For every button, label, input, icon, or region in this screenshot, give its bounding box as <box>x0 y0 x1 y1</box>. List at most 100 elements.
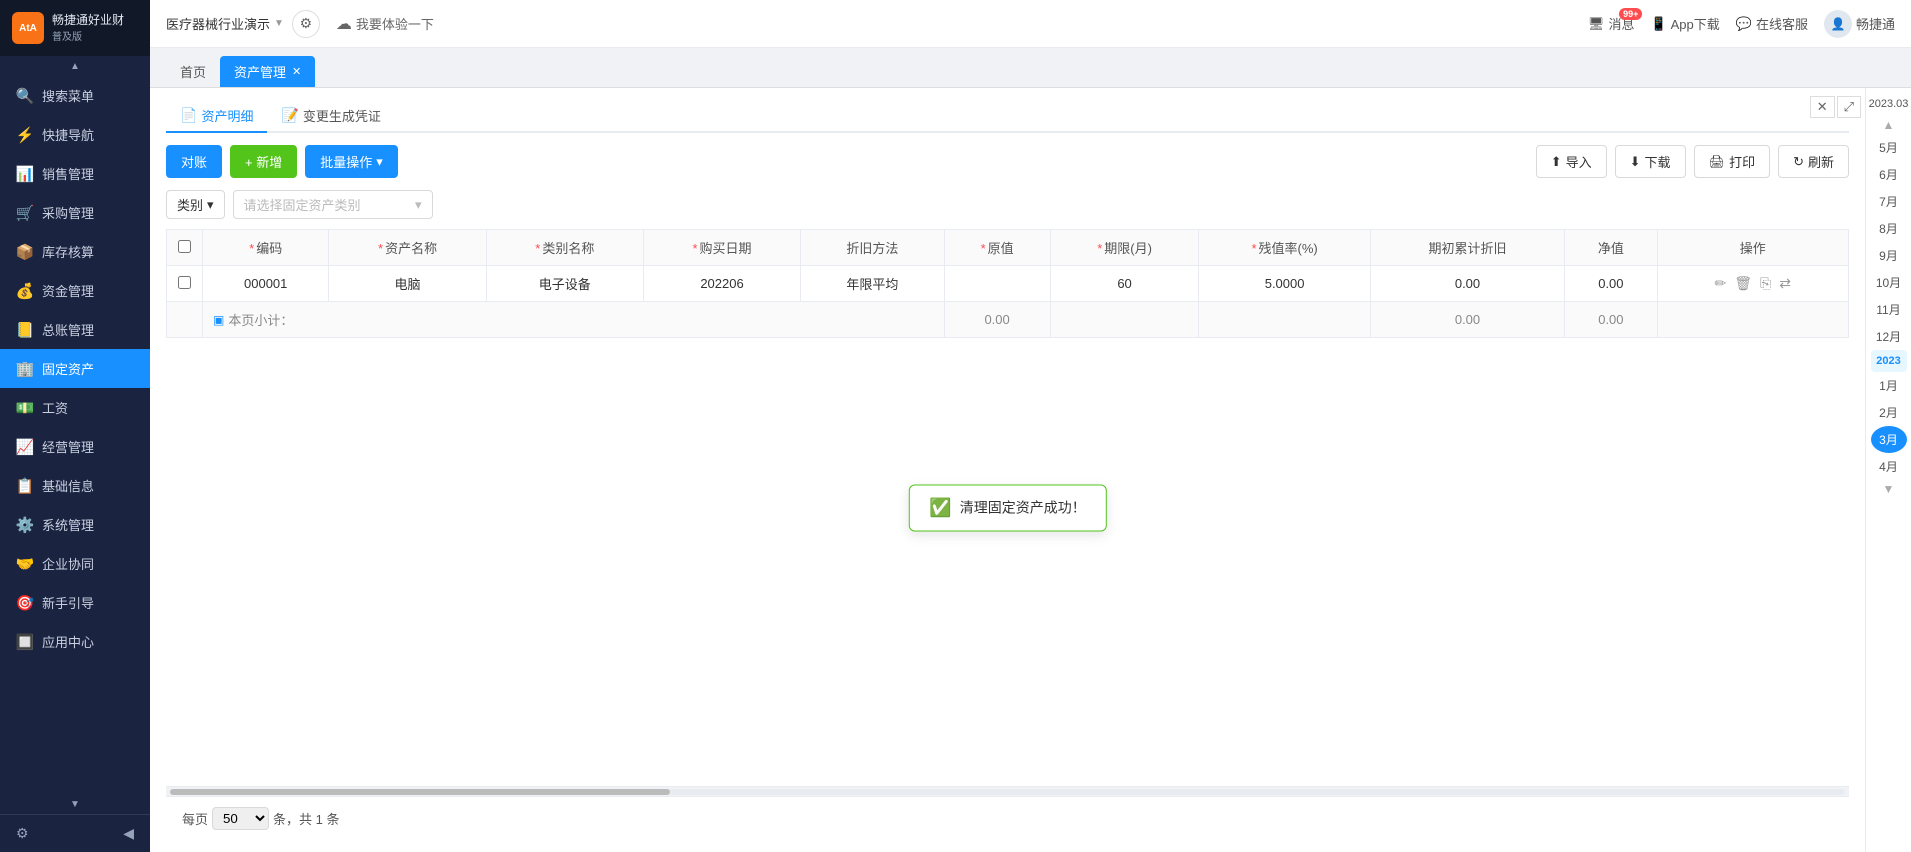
app-download-button[interactable]: 📱 App下载 <box>1650 14 1719 33</box>
sidebar-item-basic-info[interactable]: 📋 基础信息 <box>0 466 150 505</box>
batch-button[interactable]: 批量操作 ▾ <box>305 145 398 178</box>
sub-tab-change-voucher[interactable]: 📝 变更生成凭证 <box>267 100 394 133</box>
calendar-month-7[interactable]: 7月 <box>1871 188 1907 215</box>
sidebar-item-label: 库存核算 <box>42 242 94 261</box>
calendar-month-12[interactable]: 12月 <box>1871 323 1907 350</box>
message-button[interactable]: 🖥 消息 99+ <box>1588 14 1635 33</box>
scrollbar-thumb[interactable] <box>170 789 670 795</box>
logo-subtitle: 普及版 <box>52 28 124 43</box>
category-filter[interactable]: 类别 ▾ <box>166 190 225 219</box>
sidebar-item-label: 基础信息 <box>42 476 94 495</box>
settings-icon[interactable]: ⚙ <box>16 825 29 842</box>
import-label: 导入 <box>1566 152 1592 171</box>
sub-tab-asset-detail[interactable]: 📄 资产明细 <box>166 100 267 133</box>
calendar-up-arrow[interactable]: ▲ <box>1881 116 1897 134</box>
row-depreciation-method: 年限平均 <box>801 266 944 302</box>
new-label: + 新增 <box>245 152 282 171</box>
sidebar-item-quick-nav[interactable]: ⚡ 快捷导航 <box>0 115 150 154</box>
horizontal-scrollbar[interactable] <box>166 786 1849 796</box>
calendar-month-10[interactable]: 10月 <box>1871 269 1907 296</box>
sidebar-item-label: 经营管理 <box>42 437 94 456</box>
purchase-icon: 🛒 <box>16 204 34 222</box>
calendar-month-11[interactable]: 11月 <box>1871 296 1907 323</box>
copy-icon[interactable]: ⎘ <box>1760 275 1771 292</box>
online-service-button[interactable]: 💬 在线客服 <box>1736 14 1808 33</box>
sidebar-item-label: 新手引导 <box>42 593 94 612</box>
settings-button[interactable]: ⚙ <box>292 10 320 38</box>
calendar-month-9[interactable]: 9月 <box>1871 242 1907 269</box>
sidebar-item-sales[interactable]: 📊 销售管理 <box>0 154 150 193</box>
calendar-month-3-active[interactable]: 3月 <box>1871 426 1907 453</box>
logo-text-block: 畅捷通好业财 普及版 <box>52 13 124 44</box>
calendar-down-arrow[interactable]: ▼ <box>1881 480 1897 498</box>
col-name: 资产名称 <box>385 241 437 256</box>
select-all-checkbox[interactable] <box>178 240 191 253</box>
payroll-icon: 💵 <box>16 399 34 417</box>
sidebar-item-system[interactable]: ⚙️ 系统管理 <box>0 505 150 544</box>
sidebar-item-apps[interactable]: 🔲 应用中心 <box>0 622 150 661</box>
category-arrow-icon: ▾ <box>207 197 214 213</box>
delete-icon[interactable]: 🗑 <box>1734 275 1752 292</box>
sidebar-item-ledger[interactable]: 📒 总账管理 <box>0 310 150 349</box>
import-button[interactable]: ⬆ 导入 <box>1536 145 1607 178</box>
sidebar-item-enterprise[interactable]: 🤝 企业协同 <box>0 544 150 583</box>
close-panel-button[interactable]: ✕ <box>1810 96 1835 118</box>
sub-tab-label: 变更生成凭证 <box>303 106 381 125</box>
subtotal-row: ▣ 本页小计： 0.00 0.00 0.00 <box>167 302 1849 338</box>
category-dropdown[interactable]: 请选择固定资产类别 ▾ <box>233 190 433 219</box>
sidebar-item-fixed-assets[interactable]: 🏢 固定资产 <box>0 349 150 388</box>
sidebar-item-search[interactable]: 🔍 搜索菜单 <box>0 76 150 115</box>
subtotal-original-value: 0.00 <box>944 302 1050 338</box>
sidebar-scroll-up[interactable]: ▲ <box>0 56 150 76</box>
sidebar-scroll-down[interactable]: ▼ <box>0 794 150 814</box>
scrollbar-track[interactable] <box>170 789 1845 795</box>
col-depreciation-method: 折旧方法 <box>846 241 898 256</box>
edit-icon[interactable]: ✏ <box>1715 275 1727 292</box>
funds-icon: 💰 <box>16 282 34 300</box>
sidebar-logo: AtA 畅捷通好业财 普及版 <box>0 0 150 56</box>
company-arrow-icon: ▼ <box>274 18 284 29</box>
category-dropdown-arrow: ▾ <box>415 197 422 213</box>
col-period: 期限(月) <box>1104 241 1152 256</box>
sidebar-item-operations[interactable]: 📈 经营管理 <box>0 427 150 466</box>
row-category: 电子设备 <box>486 266 643 302</box>
new-button[interactable]: + 新增 <box>230 145 297 178</box>
refresh-label: 刷新 <box>1808 152 1834 171</box>
calendar-month-5[interactable]: 5月 <box>1871 134 1907 161</box>
download-button[interactable]: ⬇ 下载 <box>1615 145 1686 178</box>
sidebar-item-label: 采购管理 <box>42 203 94 222</box>
per-page-select[interactable]: 50 10 20 100 <box>212 807 269 830</box>
sidebar-item-funds[interactable]: 💰 资金管理 <box>0 271 150 310</box>
toolbar-right: ⬆ 导入 ⬇ 下载 🖨 打印 ↻ 刷新 <box>1536 145 1849 178</box>
reconcile-button[interactable]: 对账 <box>166 145 222 178</box>
refresh-button[interactable]: ↻ 刷新 <box>1778 145 1849 178</box>
row-checkbox[interactable] <box>178 276 191 289</box>
tab-close-icon[interactable]: ✕ <box>292 65 301 78</box>
enterprise-icon: 🤝 <box>16 555 34 573</box>
filter-row: 类别 ▾ 请选择固定资产类别 ▾ <box>166 190 1849 219</box>
row-initial-dep: 0.00 <box>1370 266 1564 302</box>
calendar-month-2[interactable]: 2月 <box>1871 399 1907 426</box>
tab-home[interactable]: 首页 <box>166 56 220 87</box>
sidebar-item-payroll[interactable]: 💵 工资 <box>0 388 150 427</box>
sidebar-item-label: 系统管理 <box>42 515 94 534</box>
sidebar-item-inventory[interactable]: 📦 库存核算 <box>0 232 150 271</box>
import-icon: ⬆ <box>1551 154 1562 170</box>
calendar-month-1[interactable]: 1月 <box>1871 372 1907 399</box>
calendar-month-6[interactable]: 6月 <box>1871 161 1907 188</box>
topbar: 医疗器械行业演示 ▼ ⚙ ☁ 我要体验一下 🖥 消息 99+ 📱 App下载 💬… <box>150 0 1911 48</box>
subtotal-net-value: 0.00 <box>1565 302 1657 338</box>
experience-button[interactable]: ☁ 我要体验一下 <box>336 14 434 34</box>
print-button[interactable]: 🖨 打印 <box>1694 145 1771 178</box>
calendar-month-8[interactable]: 8月 <box>1871 215 1907 242</box>
collapse-icon[interactable]: ◀ <box>123 825 134 842</box>
sidebar-item-purchase[interactable]: 🛒 采购管理 <box>0 193 150 232</box>
more-icon[interactable]: ⇄ <box>1779 275 1791 292</box>
company-selector[interactable]: 医疗器械行业演示 ▼ <box>166 14 284 33</box>
expand-panel-button[interactable]: ⤢ <box>1837 96 1861 118</box>
tab-asset-management[interactable]: 资产管理 ✕ <box>220 56 315 87</box>
user-profile[interactable]: 👤 畅捷通 <box>1824 10 1895 38</box>
sidebar-nav: 🔍 搜索菜单 ⚡ 快捷导航 📊 销售管理 🛒 采购管理 📦 库存核算 💰 资金管… <box>0 76 150 794</box>
sidebar-item-guide[interactable]: 🎯 新手引导 <box>0 583 150 622</box>
calendar-month-4[interactable]: 4月 <box>1871 453 1907 480</box>
